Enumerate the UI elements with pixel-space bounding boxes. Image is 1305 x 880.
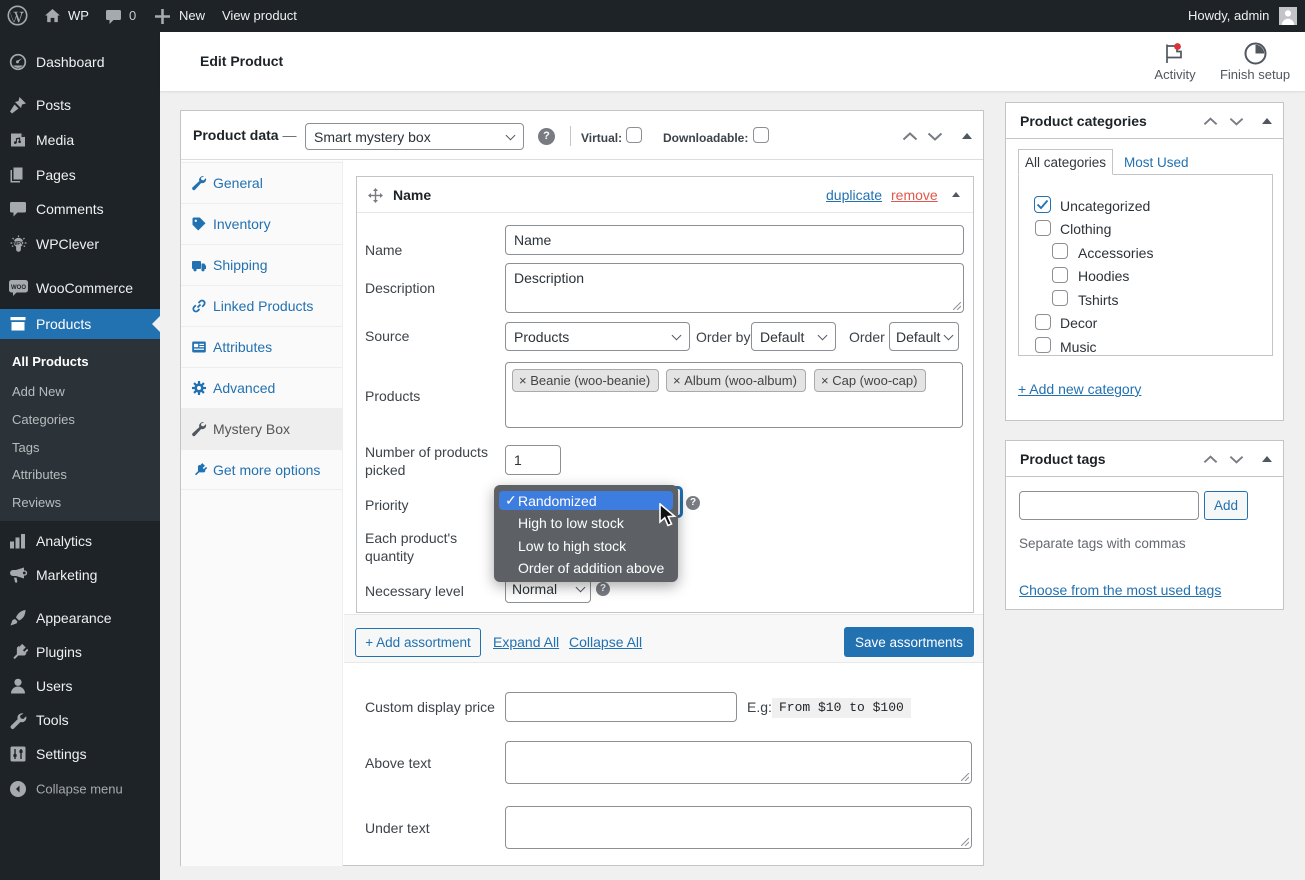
svg-text:WPC: WPC xyxy=(12,241,25,247)
svg-text:WOO: WOO xyxy=(11,285,26,291)
